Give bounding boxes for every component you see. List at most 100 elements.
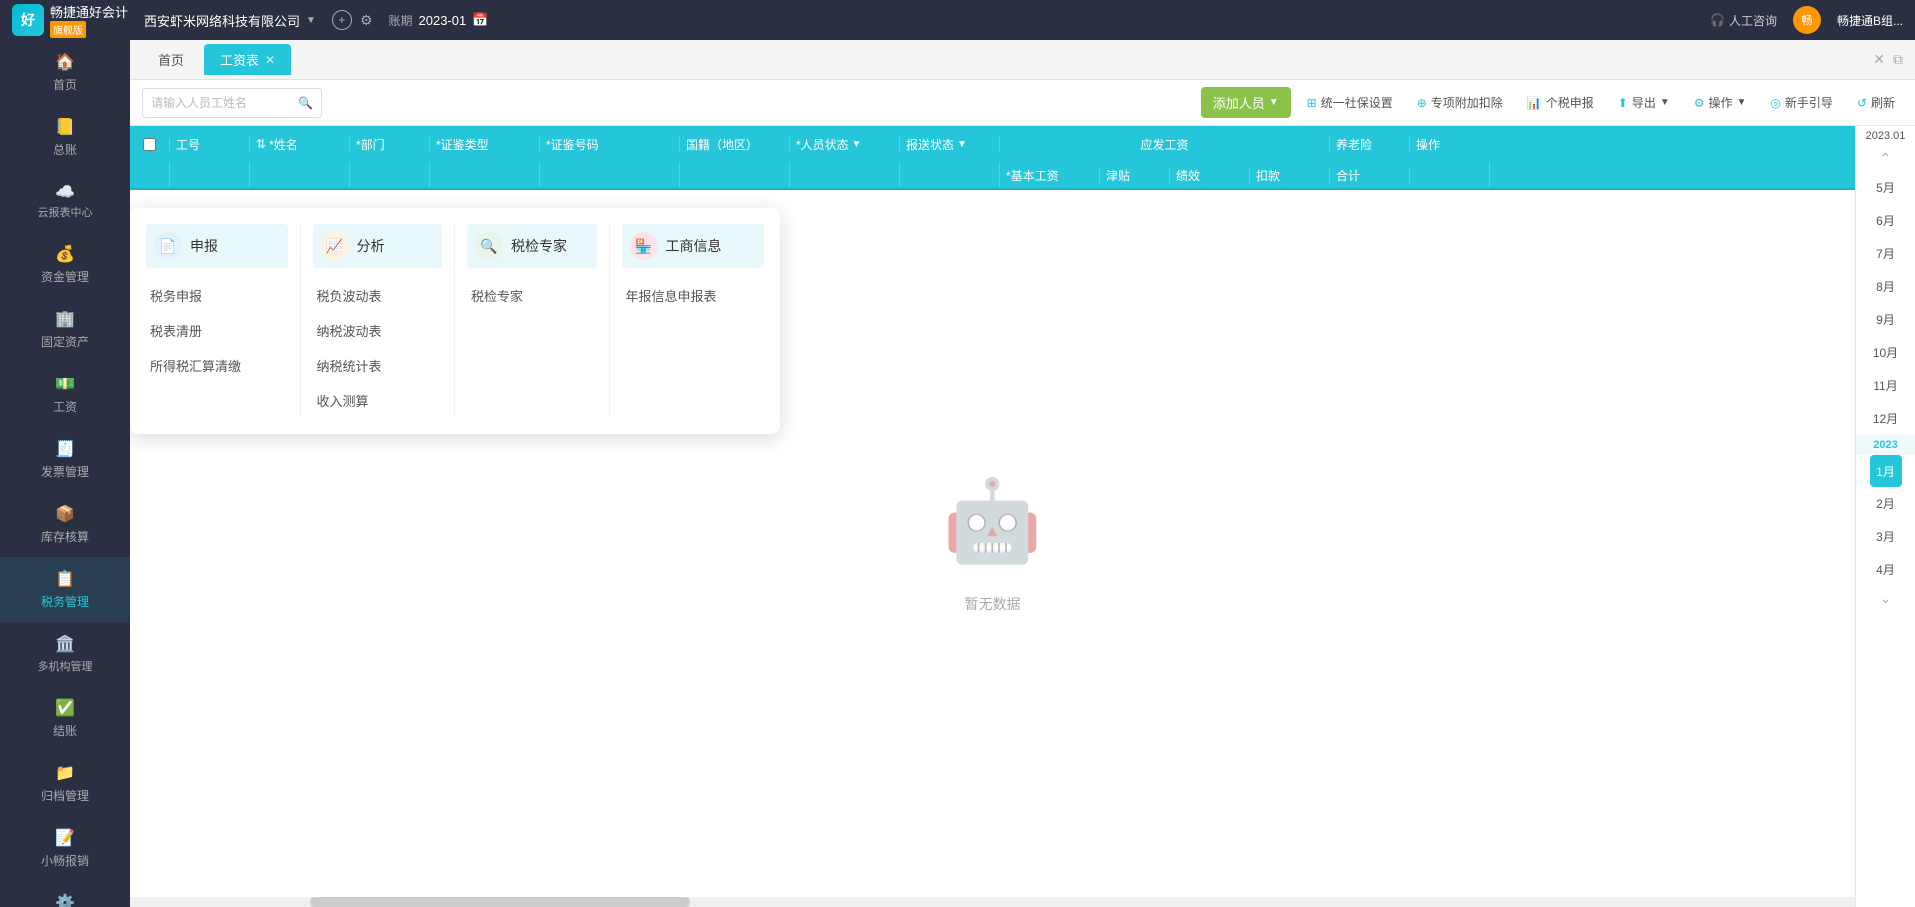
scrollbar-thumb[interactable] [310, 897, 690, 907]
nav-up[interactable]: ⌃ [1856, 146, 1915, 171]
business-icon: 🏪 [630, 232, 658, 260]
tax-check-label: 税检专家 [511, 236, 567, 256]
tab-salary-sheet[interactable]: 工资表 ✕ [204, 44, 291, 75]
tax-declaration-button[interactable]: 📊 个税申报 [1519, 90, 1602, 115]
menu-item-annual-report[interactable]: 年报信息申报表 [622, 278, 765, 313]
menu-item-tax-table[interactable]: 税表清册 [146, 313, 288, 348]
company-dropdown-icon[interactable]: ▼ [306, 15, 316, 26]
sidebar-item-multi-org[interactable]: 🏛️ 多机构管理 [0, 622, 130, 686]
menu-item-tax-wave[interactable]: 纳税波动表 [313, 313, 443, 348]
month-item-11[interactable]: 11月 [1856, 369, 1915, 402]
col-operation-label: 操作 [1416, 136, 1440, 153]
col-report-status[interactable]: 报送状态 ▼ [900, 136, 1000, 153]
nav-down[interactable]: ⌄ [1856, 586, 1915, 611]
sub-col-allowance: 津贴 [1100, 167, 1170, 184]
refresh-icon: ↺ [1857, 96, 1867, 110]
menu-item-tax-burden[interactable]: 税负波动表 [313, 278, 443, 313]
menu-item-tax-stat[interactable]: 纳税统计表 [313, 348, 443, 383]
sidebar-item-tax[interactable]: 📋 税务管理 [0, 557, 130, 622]
menu-item-tax-declaration[interactable]: 税务申报 [146, 278, 288, 313]
calendar-icon[interactable]: 📅 [472, 12, 488, 28]
sidebar-item-settings[interactable]: ⚙️ 基础设置 [0, 881, 130, 907]
month-item-5[interactable]: 5月 [1856, 171, 1915, 204]
sidebar-item-ledger[interactable]: 📒 总账 [0, 105, 130, 170]
add-dropdown-icon[interactable]: ▼ [1269, 97, 1279, 108]
month-item-2[interactable]: 2月 [1856, 487, 1915, 520]
tax-check-icon: 🔍 [475, 232, 503, 260]
top-bar: 好 畅捷通好会计 旗舰版 西安虾米网络科技有限公司 ▼ + ⚙ 账期 2023-… [0, 0, 1915, 40]
settings-icon[interactable]: ⚙ [360, 12, 373, 29]
sub-col-performance-label: 绩效 [1176, 167, 1200, 184]
guide-button[interactable]: ◎ 新手引导 [1762, 90, 1841, 115]
month-item-3[interactable]: 3月 [1856, 520, 1915, 553]
month-item-9[interactable]: 9月 [1856, 303, 1915, 336]
special-deduction-button[interactable]: ⊕ 专项附加扣除 [1409, 90, 1511, 115]
service-button[interactable]: 🎧 人工咨询 [1710, 12, 1777, 29]
col-person-status-label: *人员状态 [796, 136, 849, 153]
month-item-7[interactable]: 7月 [1856, 237, 1915, 270]
menu-item-tax-expert[interactable]: 税检专家 [467, 278, 597, 313]
tab-close-icon[interactable]: ✕ [265, 53, 275, 67]
sidebar-item-expense[interactable]: 📝 小畅报销 [0, 816, 130, 881]
sidebar-item-assets[interactable]: 🏢 固定资产 [0, 297, 130, 362]
social-security-button[interactable]: ⊞ 统一社保设置 [1299, 90, 1401, 115]
user-name[interactable]: 畅捷通B组... [1837, 12, 1903, 29]
sidebar-item-fund[interactable]: 💰 资金管理 [0, 232, 130, 297]
month-item-10[interactable]: 10月 [1856, 336, 1915, 369]
month-item-4[interactable]: 4月 [1856, 553, 1915, 586]
search-icon[interactable]: 🔍 [298, 96, 313, 110]
tab-home[interactable]: 首页 [142, 44, 200, 75]
month-item-12[interactable]: 12月 [1856, 402, 1915, 435]
col-cert-num-label: *证鉴号码 [546, 136, 599, 153]
col-checkbox[interactable] [130, 138, 170, 151]
sub-col-deduction-label: 扣款 [1256, 167, 1280, 184]
menu-item-income-calc[interactable]: 收入测算 [313, 383, 443, 418]
month-item-8[interactable]: 8月 [1856, 270, 1915, 303]
guide-toolbar-label: 新手引导 [1785, 94, 1833, 111]
refresh-button[interactable]: ↺ 刷新 [1849, 90, 1903, 115]
social-security-label: 统一社保设置 [1321, 94, 1393, 111]
toolbar-right: 添加人员 ▼ ⊞ 统一社保设置 ⊕ 专项附加扣除 📊 个税申报 [1201, 87, 1903, 118]
add-person-button[interactable]: 添加人员 ▼ [1201, 87, 1291, 118]
col-should-pay-label: 应发工资 [1140, 136, 1188, 153]
company-selector[interactable]: 西安虾米网络科技有限公司 ▼ [144, 11, 316, 30]
col-nationality: 国籍（地区） [680, 136, 790, 153]
service-icon: 🎧 [1710, 13, 1725, 27]
menu-item-income-tax[interactable]: 所得税汇算清缴 [146, 348, 288, 383]
sidebar-label-cloud: 云报表中心 [38, 206, 93, 220]
table-header-sub: *基本工资 津贴 绩效 扣款 合计 [130, 162, 1855, 190]
sidebar-label-multi-org: 多机构管理 [38, 658, 93, 674]
export-button[interactable]: ⬆ 导出 ▼ [1610, 90, 1678, 115]
sidebar-item-invoice[interactable]: 🧾 发票管理 [0, 427, 130, 492]
sidebar-item-close-account[interactable]: ✅ 结账 [0, 686, 130, 751]
col-name[interactable]: ⇅ *姓名 [250, 136, 350, 153]
company-name: 西安虾米网络科技有限公司 [144, 11, 300, 30]
sidebar-item-salary[interactable]: 💵 工资 [0, 362, 130, 427]
sidebar-item-archive[interactable]: 📁 归档管理 [0, 751, 130, 816]
operation-button[interactable]: ⚙ 操作 ▼ [1686, 90, 1755, 115]
year-2023-label: 2023 [1856, 435, 1915, 455]
operation-dropdown-icon: ▼ [1737, 97, 1747, 108]
month-item-1-active[interactable]: 1月 [1870, 455, 1902, 487]
filter-report-icon[interactable]: ▼ [957, 139, 967, 150]
tax-declaration-icon: 📊 [1527, 96, 1542, 110]
window-close-icon[interactable]: ✕ [1873, 51, 1885, 68]
search-input[interactable]: 请输入人员工姓名 🔍 [142, 88, 322, 118]
select-all-checkbox[interactable] [143, 138, 156, 151]
search-placeholder: 请输入人员工姓名 [151, 94, 292, 111]
sidebar-item-home[interactable]: 🏠 首页 [0, 40, 130, 105]
sidebar-item-inventory[interactable]: 📦 库存核算 [0, 492, 130, 557]
window-expand-icon[interactable]: ⧉ [1893, 51, 1903, 68]
month-item-6[interactable]: 6月 [1856, 204, 1915, 237]
col-person-status[interactable]: *人员状态 ▼ [790, 136, 900, 153]
home-icon: 🏠 [55, 52, 75, 72]
app-subtitle: 旗舰版 [50, 21, 86, 38]
sidebar-label-expense: 小畅报销 [41, 852, 89, 869]
filter-person-icon[interactable]: ▼ [852, 139, 862, 150]
export-label: 导出 [1632, 94, 1656, 111]
invoice-icon: 🧾 [55, 439, 75, 459]
col-report-status-label: 报送状态 [906, 136, 954, 153]
horizontal-scrollbar[interactable] [130, 897, 1855, 907]
sidebar-item-cloud-report[interactable]: ☁️ 云报表中心 [0, 170, 130, 232]
add-company-button[interactable]: + [332, 10, 352, 30]
